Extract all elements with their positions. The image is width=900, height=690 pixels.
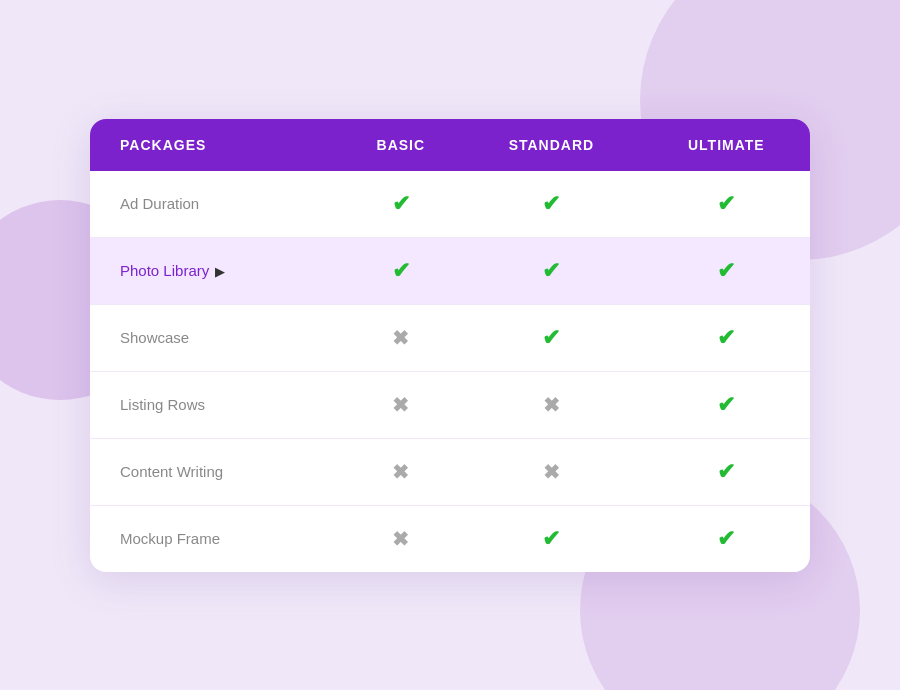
standard-cell-4: ✖	[460, 438, 643, 505]
cross-icon: ✖	[392, 460, 409, 484]
ultimate-cell-5: ✔	[643, 505, 810, 572]
cross-icon: ✖	[392, 527, 409, 551]
table-header-row: PACKAGES BASIC STANDARD ULTIMATE	[90, 119, 810, 171]
check-icon: ✔	[717, 392, 735, 418]
pricing-table-container: PACKAGES BASIC STANDARD ULTIMATE Ad Dura…	[90, 119, 810, 572]
standard-cell-2: ✔	[460, 304, 643, 371]
cross-icon: ✖	[543, 460, 560, 484]
feature-cell-3: Listing Rows	[90, 371, 342, 438]
feature-cell-4: Content Writing	[90, 438, 342, 505]
feature-cell-5: Mockup Frame	[90, 505, 342, 572]
table-row: Content Writing ✖ ✖ ✔	[90, 438, 810, 505]
table-row: Ad Duration ✔ ✔ ✔	[90, 171, 810, 238]
feature-cell-1: Photo Library ▶	[90, 237, 342, 304]
cursor-icon: ▶	[215, 264, 225, 279]
check-icon: ✔	[392, 258, 410, 284]
col-header-packages: PACKAGES	[90, 119, 342, 171]
cross-icon: ✖	[392, 393, 409, 417]
check-icon: ✔	[717, 526, 735, 552]
ultimate-cell-2: ✔	[643, 304, 810, 371]
check-icon: ✔	[392, 191, 410, 217]
check-icon: ✔	[717, 325, 735, 351]
standard-cell-3: ✖	[460, 371, 643, 438]
check-icon: ✔	[542, 191, 560, 217]
check-icon: ✔	[717, 459, 735, 485]
feature-cell-2: Showcase	[90, 304, 342, 371]
basic-cell-1: ✔	[342, 237, 461, 304]
cross-icon: ✖	[392, 326, 409, 350]
ultimate-cell-1: ✔	[643, 237, 810, 304]
basic-cell-0: ✔	[342, 171, 461, 238]
ultimate-cell-0: ✔	[643, 171, 810, 238]
col-header-basic: BASIC	[342, 119, 461, 171]
table-row: Mockup Frame ✖ ✔ ✔	[90, 505, 810, 572]
check-icon: ✔	[717, 191, 735, 217]
feature-cell-0: Ad Duration	[90, 171, 342, 238]
standard-cell-1: ✔	[460, 237, 643, 304]
standard-cell-0: ✔	[460, 171, 643, 238]
table-row: Photo Library ▶ ✔ ✔ ✔	[90, 237, 810, 304]
cross-icon: ✖	[543, 393, 560, 417]
col-header-standard: STANDARD	[460, 119, 643, 171]
check-icon: ✔	[542, 258, 560, 284]
table-row: Listing Rows ✖ ✖ ✔	[90, 371, 810, 438]
pricing-table: PACKAGES BASIC STANDARD ULTIMATE Ad Dura…	[90, 119, 810, 572]
check-icon: ✔	[542, 325, 560, 351]
check-icon: ✔	[542, 526, 560, 552]
ultimate-cell-4: ✔	[643, 438, 810, 505]
basic-cell-4: ✖	[342, 438, 461, 505]
basic-cell-5: ✖	[342, 505, 461, 572]
table-row: Showcase ✖ ✔ ✔	[90, 304, 810, 371]
standard-cell-5: ✔	[460, 505, 643, 572]
col-header-ultimate: ULTIMATE	[643, 119, 810, 171]
basic-cell-3: ✖	[342, 371, 461, 438]
check-icon: ✔	[717, 258, 735, 284]
ultimate-cell-3: ✔	[643, 371, 810, 438]
basic-cell-2: ✖	[342, 304, 461, 371]
